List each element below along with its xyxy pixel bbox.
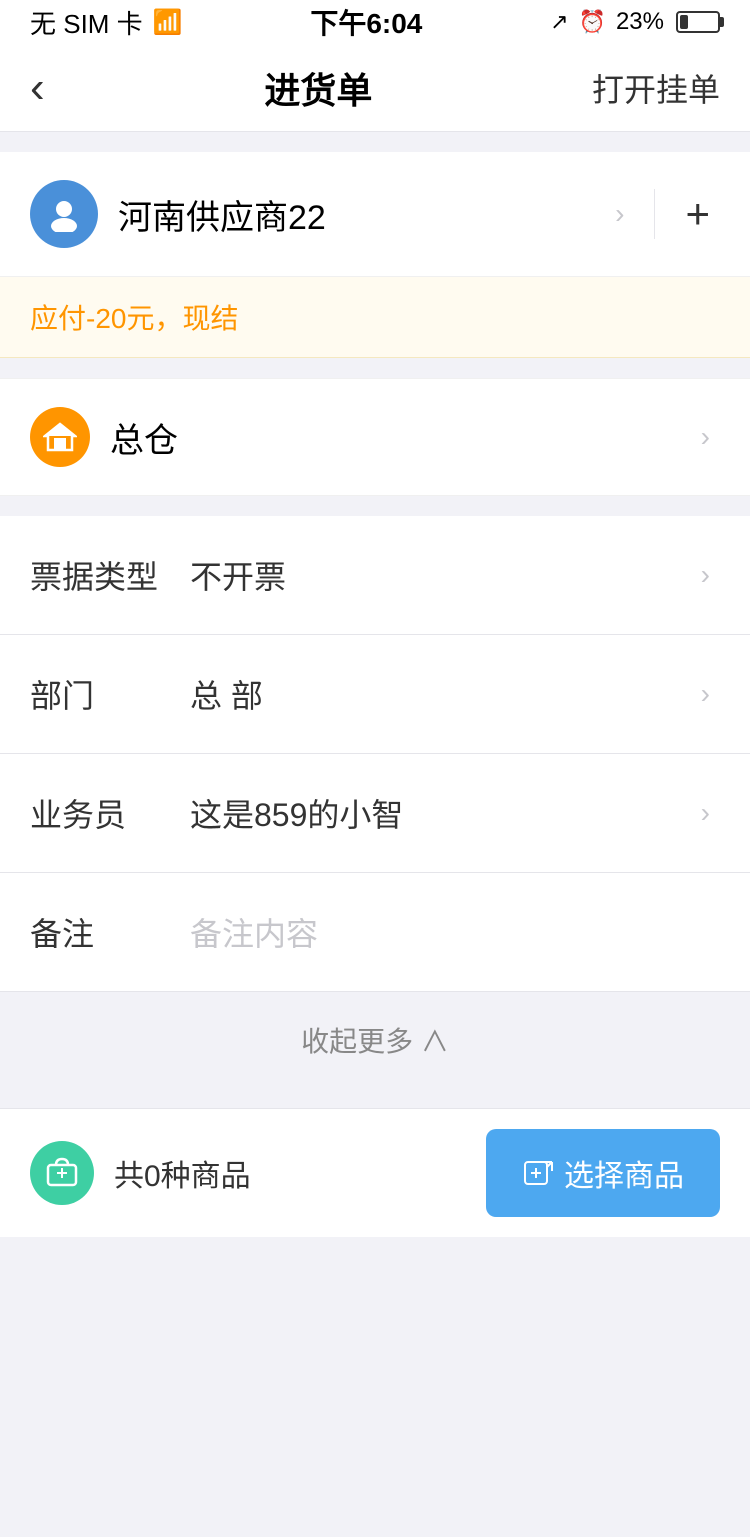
bill-type-chevron-icon: › [701,559,710,591]
department-value: 总 部 [190,671,701,717]
open-pending-button[interactable]: 打开挂单 [592,65,720,111]
status-time: 下午6:04 [310,2,422,42]
warehouse-name: 总仓 [110,413,701,462]
warehouse-chevron-icon: › [701,421,710,453]
page-title: 进货单 [264,62,372,114]
bill-type-value: 不开票 [190,552,701,598]
remark-label: 备注 [30,909,170,955]
supplier-name: 河南供应商22 [118,190,615,239]
content: 河南供应商22 › + 应付-20元，现结 总仓 › 票据类型 不开票 › [0,152,750,1537]
salesperson-label: 业务员 [30,790,170,836]
battery-percent: 23% [616,8,664,36]
collapse-toggle[interactable]: 收起更多 ∧ [0,992,750,1088]
salesperson-chevron-icon: › [701,797,710,829]
warehouse-row[interactable]: 总仓 › [0,378,750,496]
back-button[interactable]: ‹ [30,63,45,113]
bill-type-row[interactable]: 票据类型 不开票 › [0,516,750,635]
salesperson-value: 这是859的小智 [190,790,701,836]
house-icon [43,420,77,454]
status-carrier: 无 SIM 卡 📶 [30,4,183,41]
salesperson-row[interactable]: 业务员 这是859的小智 › [0,754,750,873]
supplier-avatar [30,180,98,248]
nav-bar: ‹ 进货单 打开挂单 [0,44,750,132]
carrier-text: 无 SIM 卡 [30,4,143,41]
remark-placeholder[interactable]: 备注内容 [190,909,720,955]
remark-row[interactable]: 备注 备注内容 [0,873,750,992]
warning-banner: 应付-20元，现结 [0,277,750,358]
department-row[interactable]: 部门 总 部 › [0,635,750,754]
status-right: ↗ ⏰ 23% [550,8,720,36]
cart-icon [44,1155,80,1191]
collapse-label: 收起更多 ∧ [301,1026,449,1057]
select-product-button[interactable]: 选择商品 [486,1129,720,1217]
wifi-icon: 📶 [153,8,183,37]
status-bar: 无 SIM 卡 📶 下午6:04 ↗ ⏰ 23% [0,0,750,44]
supplier-divider [654,189,655,239]
add-supplier-button[interactable]: + [675,190,720,238]
supplier-row[interactable]: 河南供应商22 › + [0,152,750,277]
warehouse-icon [30,407,90,467]
supplier-section: 河南供应商22 › + 应付-20元，现结 [0,152,750,358]
department-chevron-icon: › [701,678,710,710]
alarm-icon: ⏰ [579,9,606,35]
supplier-chevron-icon: › [615,198,624,230]
warning-text: 应付-20元，现结 [30,303,238,334]
form-section: 票据类型 不开票 › 部门 总 部 › 业务员 这是859的小智 › 备注 备注… [0,516,750,992]
battery-icon [676,11,720,33]
product-icon [30,1141,94,1205]
gray-fill-area [0,1237,750,1537]
bottom-bar: 共0种商品 选择商品 [0,1108,750,1237]
location-icon: ↗ [550,9,568,35]
person-icon [46,196,82,232]
department-label: 部门 [30,671,170,717]
product-count: 共0种商品 [114,1151,486,1195]
bill-type-label: 票据类型 [30,552,170,598]
select-product-label: 选择商品 [564,1151,684,1195]
select-product-icon [522,1157,554,1189]
